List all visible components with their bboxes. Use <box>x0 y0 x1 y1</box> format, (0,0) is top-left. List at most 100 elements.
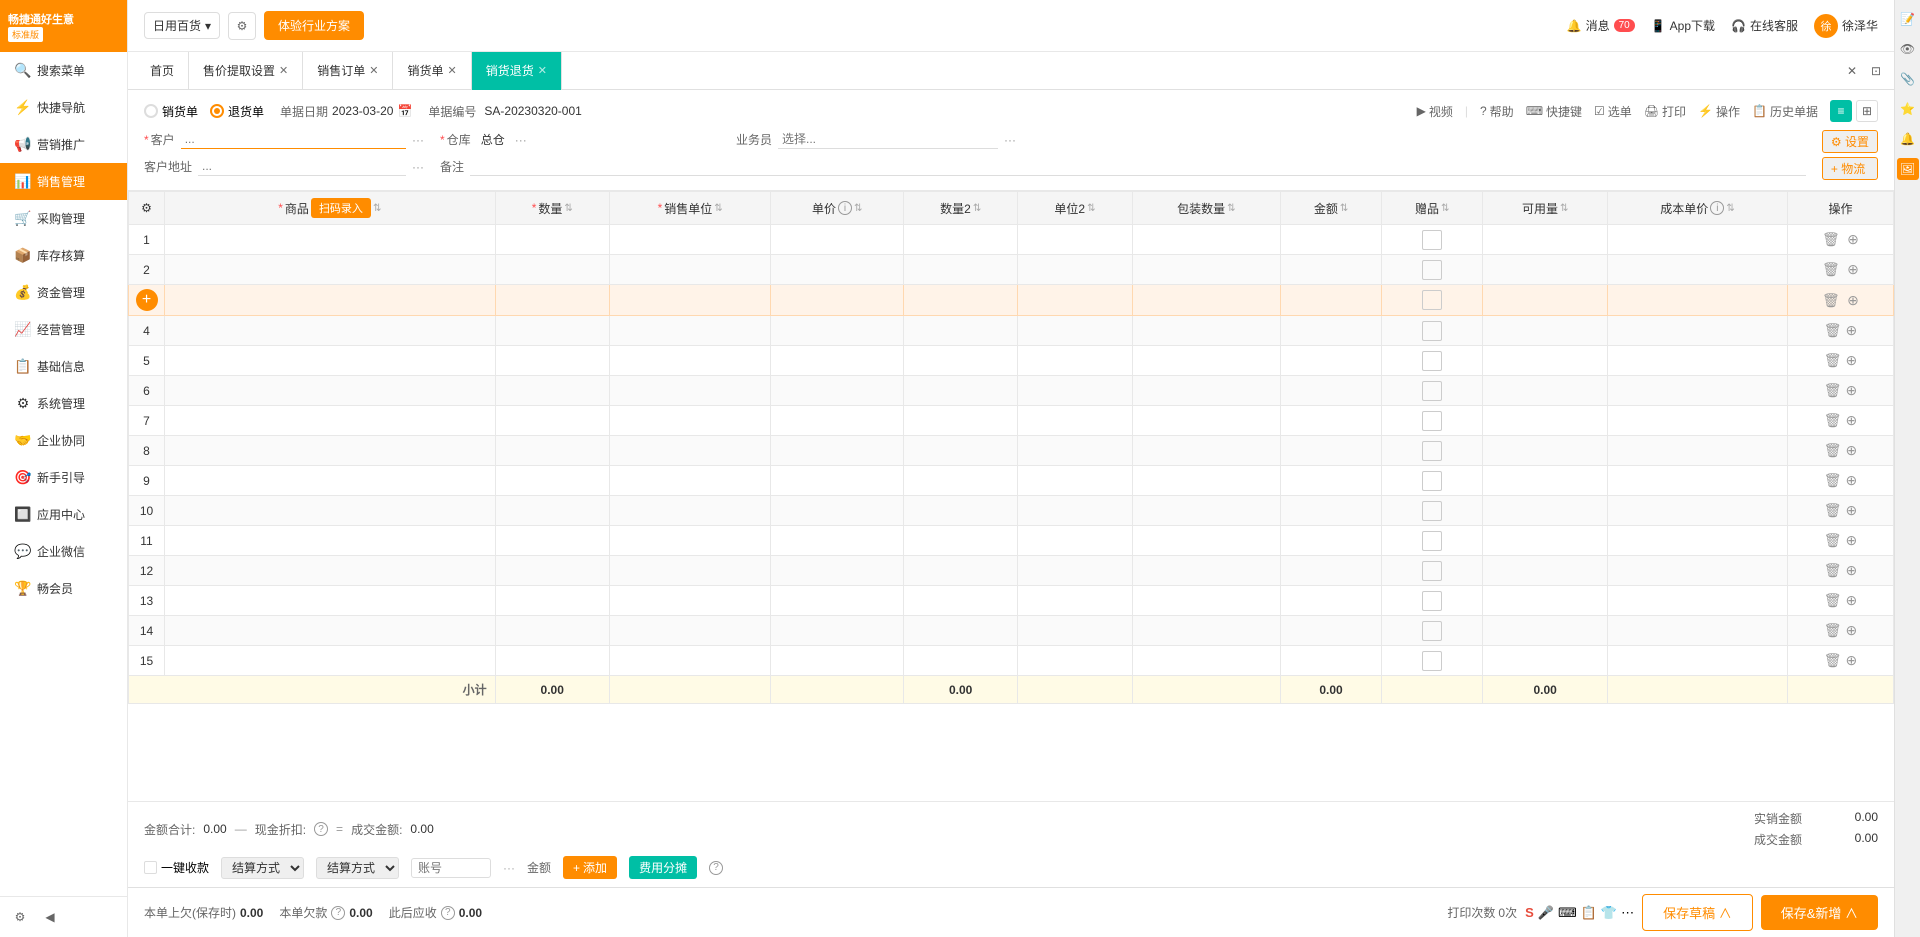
remark-input[interactable] <box>470 157 1806 176</box>
sidebar-settings-btn[interactable]: ⚙ <box>8 905 32 929</box>
tab-maximize-window[interactable]: ⊡ <box>1866 61 1886 81</box>
delete-btn[interactable]: 🗑 <box>1822 410 1844 431</box>
row-cost-2[interactable] <box>1608 255 1788 285</box>
radio-delivery[interactable]: 销货单 <box>144 103 198 120</box>
gift-checkbox[interactable] <box>1422 621 1442 641</box>
tab-close-delivery[interactable]: ✕ <box>448 64 457 77</box>
sidebar-item-shortcut[interactable]: ⚡ 快捷导航 <box>0 89 127 126</box>
row-qty-2[interactable] <box>495 255 609 285</box>
row-packqty-3[interactable] <box>1132 285 1280 316</box>
industry-select[interactable]: 日用百货 ▾ <box>144 12 220 39</box>
th-gear[interactable]: ⚙ <box>129 192 165 225</box>
tab-close-sale-price[interactable]: ✕ <box>279 64 288 77</box>
row-price-3[interactable] <box>771 285 904 316</box>
calc-method-select[interactable]: 结算方式 <box>221 857 304 879</box>
gift-checkbox[interactable] <box>1422 591 1442 611</box>
account-number-input[interactable] <box>411 858 491 878</box>
toolbar-select[interactable]: ☑ 选单 <box>1594 103 1632 120</box>
add-row-btn-cell[interactable]: + <box>129 285 165 316</box>
sort-gift-icon[interactable]: ⇅ <box>1441 203 1449 214</box>
sort-unit2-icon[interactable]: ⇅ <box>1087 203 1095 214</box>
row-unit2-3[interactable] <box>1018 285 1132 316</box>
gift-checkbox[interactable] <box>1422 441 1442 461</box>
view-list-btn[interactable]: ≡ <box>1830 100 1852 122</box>
online-service-btn[interactable]: 🎧 在线客服 <box>1731 17 1798 34</box>
copy-btn[interactable]: ⊕ <box>1843 530 1859 551</box>
im-clipboard-icon[interactable]: 📋 <box>1581 905 1597 921</box>
row-unit2-2[interactable] <box>1018 255 1132 285</box>
row-amount-3[interactable] <box>1280 285 1381 316</box>
delete-btn[interactable]: 🗑 <box>1822 320 1844 341</box>
row-qty-1[interactable] <box>495 225 609 255</box>
copy-btn[interactable]: ⊕ <box>1843 620 1859 641</box>
delete-btn[interactable]: 🗑 <box>1822 380 1844 401</box>
right-panel-preview-btn[interactable]: 👁 <box>1897 38 1919 60</box>
copy-btn[interactable]: ⊕ <box>1843 350 1859 371</box>
copy-btn[interactable]: ⊕ <box>1843 590 1859 611</box>
sort-qty-icon[interactable]: ⇅ <box>564 203 572 214</box>
sort-amount-icon[interactable]: ⇅ <box>1340 203 1348 214</box>
product-input-3[interactable] <box>171 293 489 307</box>
row-qty-3[interactable] <box>495 285 609 316</box>
logistics-btn[interactable]: + 物流 <box>1822 157 1878 180</box>
tab-home[interactable]: 首页 <box>136 52 189 90</box>
sidebar-item-finance[interactable]: 💰 资金管理 <box>0 274 127 311</box>
toolbar-print[interactable]: 🖨 打印 <box>1644 103 1686 120</box>
tab-close-return[interactable]: ✕ <box>538 64 547 77</box>
sidebar-collapse-btn[interactable]: ◀ <box>38 905 62 929</box>
save-new-btn[interactable]: 保存&新增 ∧ <box>1761 895 1878 930</box>
sidebar-item-inventory[interactable]: 📦 库存核算 <box>0 237 127 274</box>
discount-info-icon[interactable]: ? <box>314 822 328 836</box>
im-shirt-icon[interactable]: 👕 <box>1601 905 1617 921</box>
experience-btn[interactable]: 体验行业方案 <box>264 11 364 40</box>
sort-avail-icon[interactable]: ⇅ <box>1560 203 1568 214</box>
account-dotdot[interactable]: ··· <box>503 861 515 875</box>
delete-btn[interactable]: 🗑 <box>1822 590 1844 611</box>
topbar-gear-btn[interactable]: ⚙ <box>228 12 256 40</box>
sidebar-item-newbie[interactable]: 🎯 新手引导 <box>0 459 127 496</box>
copy-row-btn-2[interactable]: ⊕ <box>1845 259 1861 280</box>
sort-pack-icon[interactable]: ⇅ <box>1227 203 1235 214</box>
right-panel-image-btn[interactable]: 🖼 <box>1897 158 1919 180</box>
row-unit-1[interactable] <box>609 225 771 255</box>
row-gift-2[interactable] <box>1382 255 1483 285</box>
tab-close-sales-order[interactable]: ✕ <box>369 64 378 77</box>
toolbar-shortcut[interactable]: ⌨ 快捷键 <box>1526 103 1582 120</box>
tab-sales-order[interactable]: 销售订单 ✕ <box>303 52 393 90</box>
customer-input[interactable] <box>181 130 406 149</box>
im-more-icon[interactable]: ⋯ <box>1621 905 1634 921</box>
right-panel-notes-btn[interactable]: 📝 <box>1897 8 1919 30</box>
view-grid-btn[interactable]: ⊞ <box>1856 100 1878 122</box>
user-profile-btn[interactable]: 徐 徐泽华 <box>1814 14 1878 38</box>
sidebar-item-member[interactable]: 🏆 畅会员 <box>0 570 127 607</box>
copy-row-btn-3[interactable]: ⊕ <box>1845 290 1861 311</box>
im-keyboard-icon[interactable]: ⌨ <box>1558 905 1577 921</box>
gift-checkbox[interactable] <box>1422 351 1442 371</box>
tab-sales-return[interactable]: 销货退货 ✕ <box>472 52 562 90</box>
row-gift-3[interactable] <box>1382 285 1483 316</box>
sort-cost-icon[interactable]: ⇅ <box>1726 203 1734 214</box>
salesman-input[interactable] <box>778 130 998 149</box>
delete-btn[interactable]: 🗑 <box>1822 350 1844 371</box>
row-qty2-2[interactable] <box>904 255 1018 285</box>
sort-product-icon[interactable]: ⇅ <box>373 203 381 214</box>
row-packqty-2[interactable] <box>1132 255 1280 285</box>
sidebar-item-system[interactable]: ⚙ 系统管理 <box>0 385 127 422</box>
warehouse-more-icon[interactable]: ··· <box>515 133 527 147</box>
sidebar-item-wechat[interactable]: 💬 企业微信 <box>0 533 127 570</box>
calendar-icon[interactable]: 📅 <box>397 104 412 118</box>
cost-split-btn[interactable]: 费用分摊 <box>629 856 697 879</box>
sidebar-item-marketing[interactable]: 📢 营销推广 <box>0 126 127 163</box>
row-qty2-3[interactable] <box>904 285 1018 316</box>
sidebar-item-purchase[interactable]: 🛒 采购管理 <box>0 200 127 237</box>
row-unit-3[interactable] <box>609 285 771 316</box>
copy-btn[interactable]: ⊕ <box>1843 320 1859 341</box>
debt-info-icon[interactable]: ? <box>331 906 345 920</box>
right-panel-star-btn[interactable]: ⭐ <box>1897 98 1919 120</box>
price-info-icon[interactable]: i <box>838 201 852 215</box>
gift-checkbox[interactable] <box>1422 531 1442 551</box>
row-avail-2[interactable] <box>1483 255 1608 285</box>
delete-btn[interactable]: 🗑 <box>1822 560 1844 581</box>
add-payment-btn[interactable]: + 添加 <box>563 856 617 879</box>
one-click-payment-check[interactable]: 一键收款 <box>144 859 209 876</box>
